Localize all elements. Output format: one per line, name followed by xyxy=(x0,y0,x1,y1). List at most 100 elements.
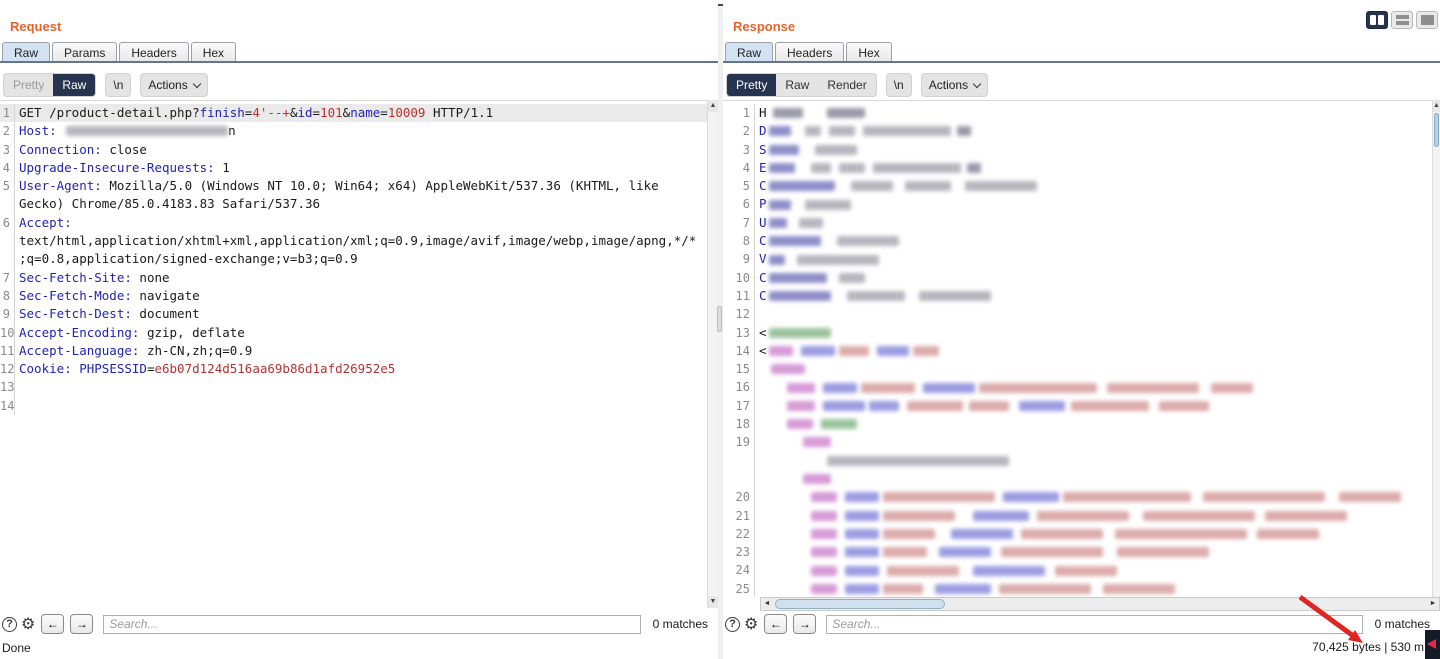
line-number: 9 xyxy=(723,250,755,268)
redacted-text xyxy=(999,584,1091,594)
scroll-up-icon[interactable]: ▲ xyxy=(1433,100,1440,112)
line-content: P xyxy=(755,195,851,213)
code-token: 4'--+ xyxy=(252,104,290,122)
code-token: = xyxy=(313,104,321,122)
redacted-text xyxy=(883,492,995,502)
code-token: Mozilla/5.0 (Windows NT 10.0; Win64; x64… xyxy=(102,177,659,195)
request-editor[interactable]: 1GET /product-detail.php?finish=4'--+&id… xyxy=(0,100,707,608)
line-number: 7 xyxy=(723,214,755,232)
view-mode-raw[interactable]: Raw xyxy=(776,74,818,96)
search-input[interactable] xyxy=(103,615,640,634)
redacted-text xyxy=(811,529,837,539)
tab-hex[interactable]: Hex xyxy=(846,42,891,63)
view-mode-pretty[interactable]: Pretty xyxy=(727,74,776,96)
line-number: 8 xyxy=(723,232,755,250)
bar-icon xyxy=(1396,15,1409,19)
redacted-text xyxy=(1203,492,1325,502)
split-horizontal-button[interactable] xyxy=(1391,11,1413,29)
redacted-text xyxy=(769,181,835,191)
tab-hex[interactable]: Hex xyxy=(191,42,236,63)
code-line: 3S xyxy=(723,141,1432,159)
code-line: 11Accept-Language: zh-CN,zh;q=0.9 xyxy=(0,342,707,360)
newline-toggle-button[interactable]: \n xyxy=(105,73,131,97)
line-content xyxy=(755,433,831,451)
single-pane-button[interactable] xyxy=(1416,11,1438,29)
line-number: 16 xyxy=(723,378,755,396)
actions-button[interactable]: Actions xyxy=(921,73,988,97)
code-token: Upgrade-Insecure-Requests: xyxy=(19,159,215,177)
gear-icon[interactable]: ⚙ xyxy=(744,615,758,633)
code-line: 7U xyxy=(723,214,1432,232)
redacted-text xyxy=(803,437,831,447)
match-count: 0 matches xyxy=(653,617,708,631)
line-content xyxy=(755,507,1347,525)
view-mode-pretty[interactable]: Pretty xyxy=(4,74,53,96)
line-content: Upgrade-Insecure-Requests: 1 xyxy=(15,159,230,177)
split-vertical-button[interactable] xyxy=(1366,11,1388,29)
code-token: C xyxy=(759,287,767,305)
request-tabs: RawParamsHeadersHex xyxy=(2,42,238,63)
request-title: Request xyxy=(10,19,61,34)
view-mode-render[interactable]: Render xyxy=(818,74,875,96)
code-line: 9V xyxy=(723,250,1432,268)
tab-params[interactable]: Params xyxy=(52,42,117,63)
bar-icon xyxy=(1396,21,1409,25)
scroll-down-icon[interactable]: ▼ xyxy=(708,596,718,608)
actions-button[interactable]: Actions xyxy=(140,73,207,97)
response-editor[interactable]: 1H2D3S4E5C6P7U8C9V10C11C1213<14<15161718… xyxy=(723,100,1432,597)
code-token: gzip, deflate xyxy=(139,324,244,342)
code-line: 8C xyxy=(723,232,1432,250)
tab-raw[interactable]: Raw xyxy=(2,42,50,63)
line-number: 10 xyxy=(723,269,755,287)
code-token: U xyxy=(759,214,767,232)
tab-raw[interactable]: Raw xyxy=(725,42,773,63)
gear-icon[interactable]: ⚙ xyxy=(21,615,35,633)
line-number: 6 xyxy=(0,214,15,232)
code-token: Accept: xyxy=(19,214,72,232)
tab-headers[interactable]: Headers xyxy=(119,42,188,63)
request-panel: Request RawParamsHeadersHex PrettyRaw \n… xyxy=(0,0,718,659)
code-token: < xyxy=(759,324,767,342)
help-icon[interactable]: ? xyxy=(725,617,740,632)
scrollbar-thumb[interactable] xyxy=(1434,113,1439,147)
line-number: 12 xyxy=(0,360,15,378)
redacted-text xyxy=(801,346,835,356)
scroll-right-icon[interactable]: ► xyxy=(1427,598,1439,610)
redacted-text xyxy=(913,346,939,356)
search-input[interactable] xyxy=(826,615,1362,634)
redacted-text xyxy=(883,511,955,521)
redacted-text xyxy=(845,566,879,576)
request-vertical-scrollbar[interactable]: ▲ ▼ xyxy=(707,100,718,608)
code-line: 1H xyxy=(723,104,1432,122)
pane-icon xyxy=(1378,15,1384,25)
search-prev-button[interactable]: ← xyxy=(41,614,64,634)
line-number: 20 xyxy=(723,488,755,506)
redacted-text xyxy=(957,126,971,136)
redacted-text xyxy=(845,584,879,594)
search-prev-button[interactable]: ← xyxy=(764,614,787,634)
code-token: Gecko) Chrome/85.0.4183.83 Safari/537.36 xyxy=(19,195,320,213)
view-mode-raw[interactable]: Raw xyxy=(53,74,95,96)
scrollbar-thumb[interactable] xyxy=(775,599,945,609)
code-line: 17 xyxy=(723,397,1432,415)
code-token xyxy=(57,122,65,140)
redacted-text xyxy=(1117,547,1209,557)
code-line: 1GET /product-detail.php?finish=4'--+&id… xyxy=(0,104,707,122)
scroll-left-icon[interactable]: ◄ xyxy=(761,598,773,610)
scroll-up-icon[interactable]: ▲ xyxy=(708,100,718,112)
response-vertical-scrollbar[interactable]: ▲ xyxy=(1432,100,1440,597)
newline-toggle-button[interactable]: \n xyxy=(886,73,912,97)
search-next-button[interactable]: → xyxy=(70,614,93,634)
redacted-text xyxy=(837,236,899,246)
line-number: 13 xyxy=(723,324,755,342)
redacted-text xyxy=(1211,383,1253,393)
code-line: 5C xyxy=(723,177,1432,195)
redacted-text xyxy=(1071,401,1149,411)
response-horizontal-scrollbar[interactable]: ◄ ► xyxy=(760,597,1440,611)
redacted-text xyxy=(769,346,793,356)
tab-headers[interactable]: Headers xyxy=(775,42,844,63)
search-next-button[interactable]: → xyxy=(793,614,816,634)
line-number xyxy=(0,195,15,213)
help-icon[interactable]: ? xyxy=(2,617,17,632)
panel-splitter[interactable] xyxy=(717,306,722,332)
